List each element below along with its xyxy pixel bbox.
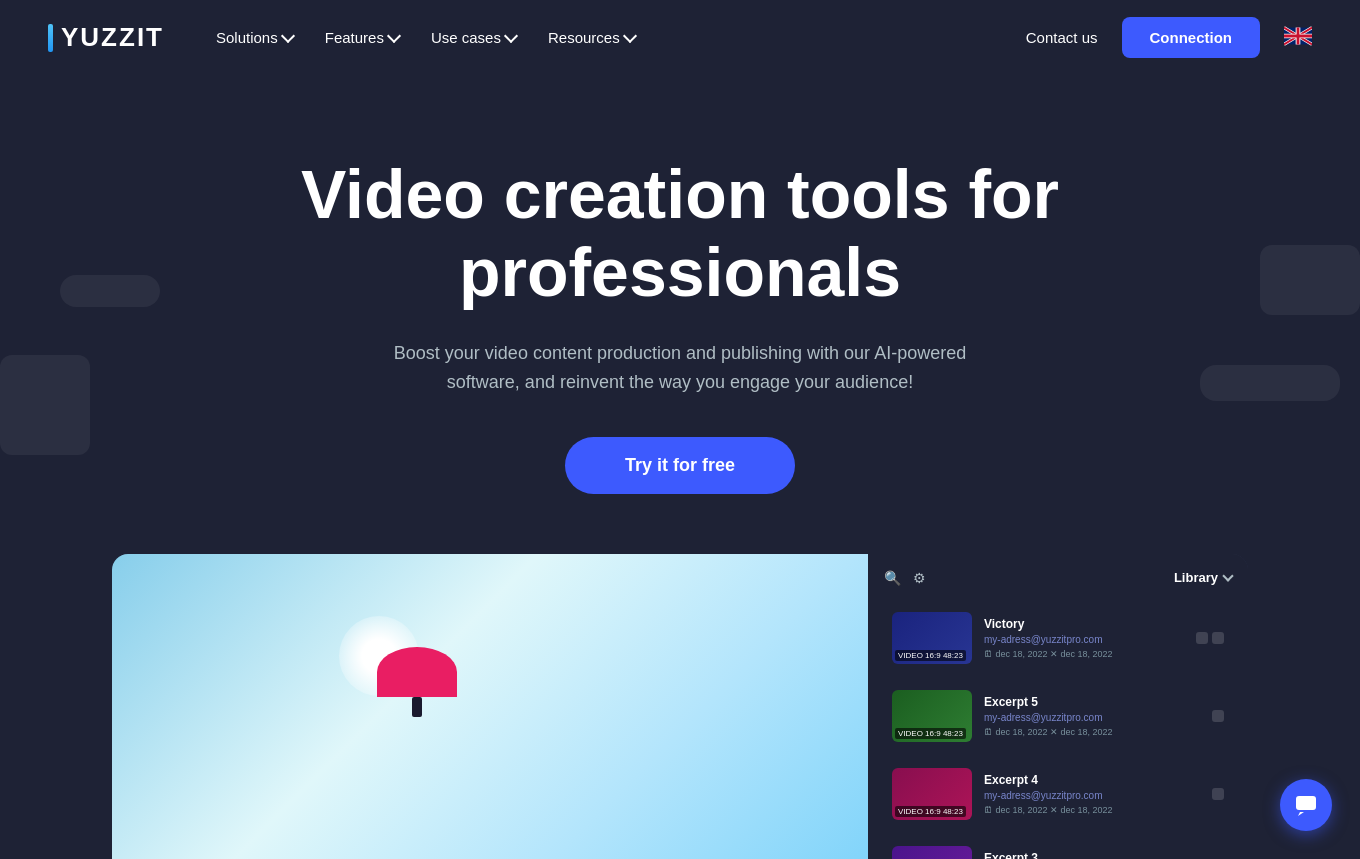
video-actions: [1212, 710, 1224, 722]
video-list-item[interactable]: VIDEO 16:9 48:23 Victory my-adress@yuzzi…: [884, 602, 1232, 674]
action-icon: [1212, 632, 1224, 644]
paraglider-person: [412, 697, 422, 717]
video-list-item[interactable]: VIDEO 16:9 48:23 Excerpt 4 my-adress@yuz…: [884, 758, 1232, 830]
video-thumbnail: VIDEO 16:9 48:23: [892, 612, 972, 664]
chevron-down-icon: [387, 29, 401, 43]
chevron-down-icon: [281, 29, 295, 43]
chevron-down-icon: [623, 29, 637, 43]
nav-item-resources[interactable]: Resources: [536, 21, 647, 54]
deco-rect-left: [0, 355, 90, 455]
action-icon: [1196, 632, 1208, 644]
library-label: Library: [1174, 570, 1232, 585]
video-title: Excerpt 4: [984, 773, 1200, 787]
chevron-down-icon: [1222, 571, 1233, 582]
logo-bar-accent: [48, 24, 53, 52]
video-actions: [1212, 788, 1224, 800]
nav-item-features[interactable]: Features: [313, 21, 411, 54]
video-preview-panel: [112, 554, 868, 859]
hero-title: Video creation tools for professionals: [230, 155, 1130, 311]
video-meta: 🗓 dec 18, 2022 ✕ dec 18, 2022: [984, 727, 1200, 737]
svg-rect-1: [1296, 796, 1316, 810]
chevron-down-icon: [504, 29, 518, 43]
main-nav: Solutions Features Use cases Resources: [204, 21, 647, 54]
sidebar-header: 🔍 ⚙ Library: [884, 570, 1232, 586]
hero-subtitle: Boost your video content production and …: [370, 339, 990, 397]
video-info: Excerpt 5 my-adress@yuzzitpro.com 🗓 dec …: [984, 695, 1200, 737]
video-title: Victory: [984, 617, 1184, 631]
video-title: Excerpt 5: [984, 695, 1200, 709]
thumb-tag: VIDEO 16:9 48:23: [895, 806, 966, 817]
video-meta: 🗓 dec 18, 2022 ✕ dec 18, 2022: [984, 649, 1184, 659]
thumb-tag: VIDEO 16:9 48:23: [895, 728, 966, 739]
logo[interactable]: YUZZIT: [48, 22, 164, 53]
logo-text: YUZZIT: [61, 22, 164, 53]
thumb-tag: VIDEO 16:9 48:23: [895, 650, 966, 661]
paraglider-graphic: [377, 647, 457, 717]
video-info: Excerpt 4 my-adress@yuzzitpro.com 🗓 dec …: [984, 773, 1200, 815]
video-email: my-adress@yuzzitpro.com: [984, 712, 1200, 723]
video-info: Excerpt 3 my-adress@yuzzitpro.com 🗓 dec …: [984, 851, 1200, 859]
video-thumbnail: VIDEO 16:9 48:23: [892, 768, 972, 820]
search-icon[interactable]: 🔍: [884, 570, 901, 586]
deco-pill-left: [60, 275, 160, 307]
deco-pill-right: [1200, 365, 1340, 401]
app-preview: 🔍 ⚙ Library VIDEO 16:9 48:23 Victory my-…: [112, 554, 1248, 859]
sidebar-search-icons: 🔍 ⚙: [884, 570, 926, 586]
video-list-item[interactable]: VIDEO 16:9 48:23 Excerpt 3 my-adress@yuz…: [884, 836, 1232, 859]
video-thumbnail: VIDEO 16:9 48:23: [892, 846, 972, 859]
video-meta: 🗓 dec 18, 2022 ✕ dec 18, 2022: [984, 805, 1200, 815]
filter-icon[interactable]: ⚙: [913, 570, 926, 586]
video-info: Victory my-adress@yuzzitpro.com 🗓 dec 18…: [984, 617, 1184, 659]
video-thumbnail: VIDEO 16:9 48:23: [892, 690, 972, 742]
header-right: Contact us Connection: [1026, 17, 1312, 58]
header: YUZZIT Solutions Features Use cases Reso…: [0, 0, 1360, 75]
video-email: my-adress@yuzzitpro.com: [984, 634, 1184, 645]
hero-section: Video creation tools for professionals B…: [0, 75, 1360, 554]
video-list-item[interactable]: VIDEO 16:9 48:23 Excerpt 5 my-adress@yuz…: [884, 680, 1232, 752]
chat-icon: [1294, 794, 1318, 816]
contact-us-link[interactable]: Contact us: [1026, 29, 1098, 46]
connection-button[interactable]: Connection: [1122, 17, 1261, 58]
nav-item-solutions[interactable]: Solutions: [204, 21, 305, 54]
action-icon: [1212, 710, 1224, 722]
paraglider-chute: [377, 647, 457, 697]
chat-bubble-button[interactable]: [1280, 779, 1332, 831]
nav-item-use-cases[interactable]: Use cases: [419, 21, 528, 54]
video-title: Excerpt 3: [984, 851, 1200, 859]
video-email: my-adress@yuzzitpro.com: [984, 790, 1200, 801]
header-left: YUZZIT Solutions Features Use cases Reso…: [48, 21, 647, 54]
action-icon: [1212, 788, 1224, 800]
video-actions: [1196, 632, 1224, 644]
library-sidebar: 🔍 ⚙ Library VIDEO 16:9 48:23 Victory my-…: [868, 554, 1248, 859]
language-selector[interactable]: [1284, 26, 1312, 50]
deco-rect-right-top: [1260, 245, 1360, 315]
try-for-free-button[interactable]: Try it for free: [565, 437, 795, 494]
